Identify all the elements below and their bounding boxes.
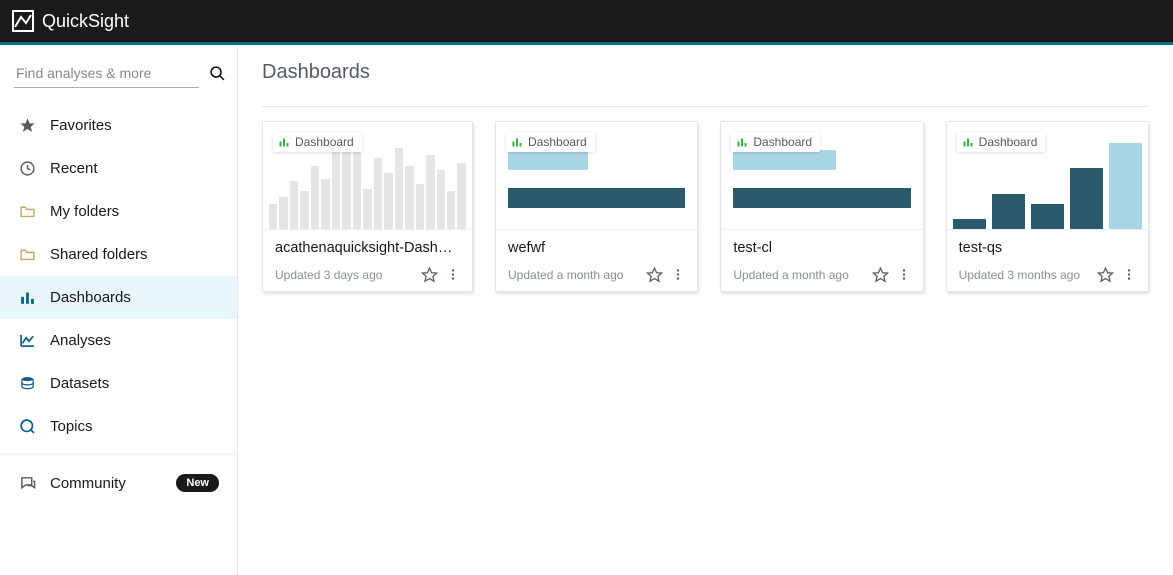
sidebar-item-dashboards[interactable]: Dashboards <box>0 276 237 319</box>
sidebar-item-shared-folders[interactable]: Shared folders <box>0 233 237 276</box>
nav-list: Favorites Recent My folders Shared folde… <box>0 94 237 505</box>
card-title: test-qs <box>959 240 1136 256</box>
type-badge: Dashboard <box>506 132 595 152</box>
card-updated: Updated 3 days ago <box>275 268 421 282</box>
sidebar-item-label: Analyses <box>50 332 111 349</box>
sidebar-item-label: Favorites <box>50 117 112 134</box>
nav-divider <box>0 454 237 461</box>
dashboard-card[interactable]: Dashboard test-cl Updated a month ago <box>720 121 923 292</box>
type-badge-label: Dashboard <box>528 135 587 149</box>
card-body: wefwf Updated a month ago <box>496 230 697 291</box>
sidebar-item-label: Dashboards <box>50 289 131 306</box>
card-updated: Updated a month ago <box>508 268 646 282</box>
card-meta: Updated a month ago <box>508 266 685 283</box>
main: Dashboards Dashboard acathenaquicksight-… <box>238 45 1173 575</box>
page-title: Dashboards <box>262 61 1149 84</box>
card-title: acathenaquicksight-Dashbo... <box>275 240 460 256</box>
sidebar-item-community[interactable]: Community New <box>0 461 237 505</box>
topbar: QuickSight <box>0 0 1173 42</box>
sidebar-item-datasets[interactable]: Datasets <box>0 362 237 405</box>
chat-icon <box>18 475 36 492</box>
brand-name: QuickSight <box>42 11 129 32</box>
sidebar-item-label: Topics <box>50 418 93 435</box>
card-thumbnail: Dashboard <box>263 122 472 230</box>
sidebar-item-my-folders[interactable]: My folders <box>0 190 237 233</box>
type-badge: Dashboard <box>731 132 820 152</box>
more-menu-icon[interactable] <box>671 266 685 283</box>
sidebar-item-label: Shared folders <box>50 246 148 263</box>
sidebar-item-topics[interactable]: Topics <box>0 405 237 448</box>
sidebar-item-label: Recent <box>50 160 98 177</box>
sidebar-item-recent[interactable]: Recent <box>0 147 237 190</box>
star-icon <box>18 117 36 134</box>
card-title: test-cl <box>733 240 910 256</box>
favorite-star-icon[interactable] <box>646 266 663 283</box>
bar-chart-icon <box>736 136 748 148</box>
bar-chart-icon <box>278 136 290 148</box>
card-updated: Updated a month ago <box>733 268 871 282</box>
more-menu-icon[interactable] <box>897 266 911 283</box>
card-meta: Updated 3 days ago <box>275 266 460 283</box>
card-thumbnail: Dashboard <box>947 122 1148 230</box>
type-badge-label: Dashboard <box>979 135 1038 149</box>
card-meta: Updated 3 months ago <box>959 266 1136 283</box>
clock-icon <box>18 160 36 177</box>
favorite-star-icon[interactable] <box>1097 266 1114 283</box>
sidebar: Favorites Recent My folders Shared folde… <box>0 45 238 575</box>
brand[interactable]: QuickSight <box>12 10 129 32</box>
bar-chart-icon <box>962 136 974 148</box>
line-chart-icon <box>18 332 36 349</box>
sidebar-item-analyses[interactable]: Analyses <box>0 319 237 362</box>
type-badge-label: Dashboard <box>753 135 812 149</box>
folder-icon <box>18 203 36 220</box>
card-updated: Updated 3 months ago <box>959 268 1097 282</box>
type-badge: Dashboard <box>957 132 1046 152</box>
sidebar-item-label: Community <box>50 475 126 492</box>
bar-chart-icon <box>511 136 523 148</box>
favorite-star-icon[interactable] <box>421 266 438 283</box>
dashboard-card[interactable]: Dashboard test-qs Updated 3 months ago <box>946 121 1149 292</box>
more-menu-icon[interactable] <box>1122 266 1136 283</box>
card-body: test-qs Updated 3 months ago <box>947 230 1148 291</box>
more-menu-icon[interactable] <box>446 266 460 283</box>
search-icon[interactable] <box>209 65 226 82</box>
type-badge-label: Dashboard <box>295 135 354 149</box>
q-icon <box>18 418 36 435</box>
sidebar-item-label: Datasets <box>50 375 109 392</box>
card-body: test-cl Updated a month ago <box>721 230 922 291</box>
database-icon <box>18 375 36 392</box>
search-row <box>0 45 237 94</box>
quicksight-logo-icon <box>12 10 34 32</box>
new-badge: New <box>176 474 219 492</box>
bar-chart-icon <box>18 289 36 306</box>
card-meta: Updated a month ago <box>733 266 910 283</box>
sidebar-item-label: My folders <box>50 203 119 220</box>
search-input[interactable] <box>14 59 199 88</box>
card-body: acathenaquicksight-Dashbo... Updated 3 d… <box>263 230 472 291</box>
dashboard-card[interactable]: Dashboard acathenaquicksight-Dashbo... U… <box>262 121 473 292</box>
type-badge: Dashboard <box>273 132 362 152</box>
favorite-star-icon[interactable] <box>872 266 889 283</box>
sidebar-item-favorites[interactable]: Favorites <box>0 104 237 147</box>
card-title: wefwf <box>508 240 685 256</box>
cards-row: Dashboard acathenaquicksight-Dashbo... U… <box>262 106 1149 292</box>
dashboard-card[interactable]: Dashboard wefwf Updated a month ago <box>495 121 698 292</box>
folder-shared-icon <box>18 246 36 263</box>
card-thumbnail: Dashboard <box>496 122 697 230</box>
card-thumbnail: Dashboard <box>721 122 922 230</box>
